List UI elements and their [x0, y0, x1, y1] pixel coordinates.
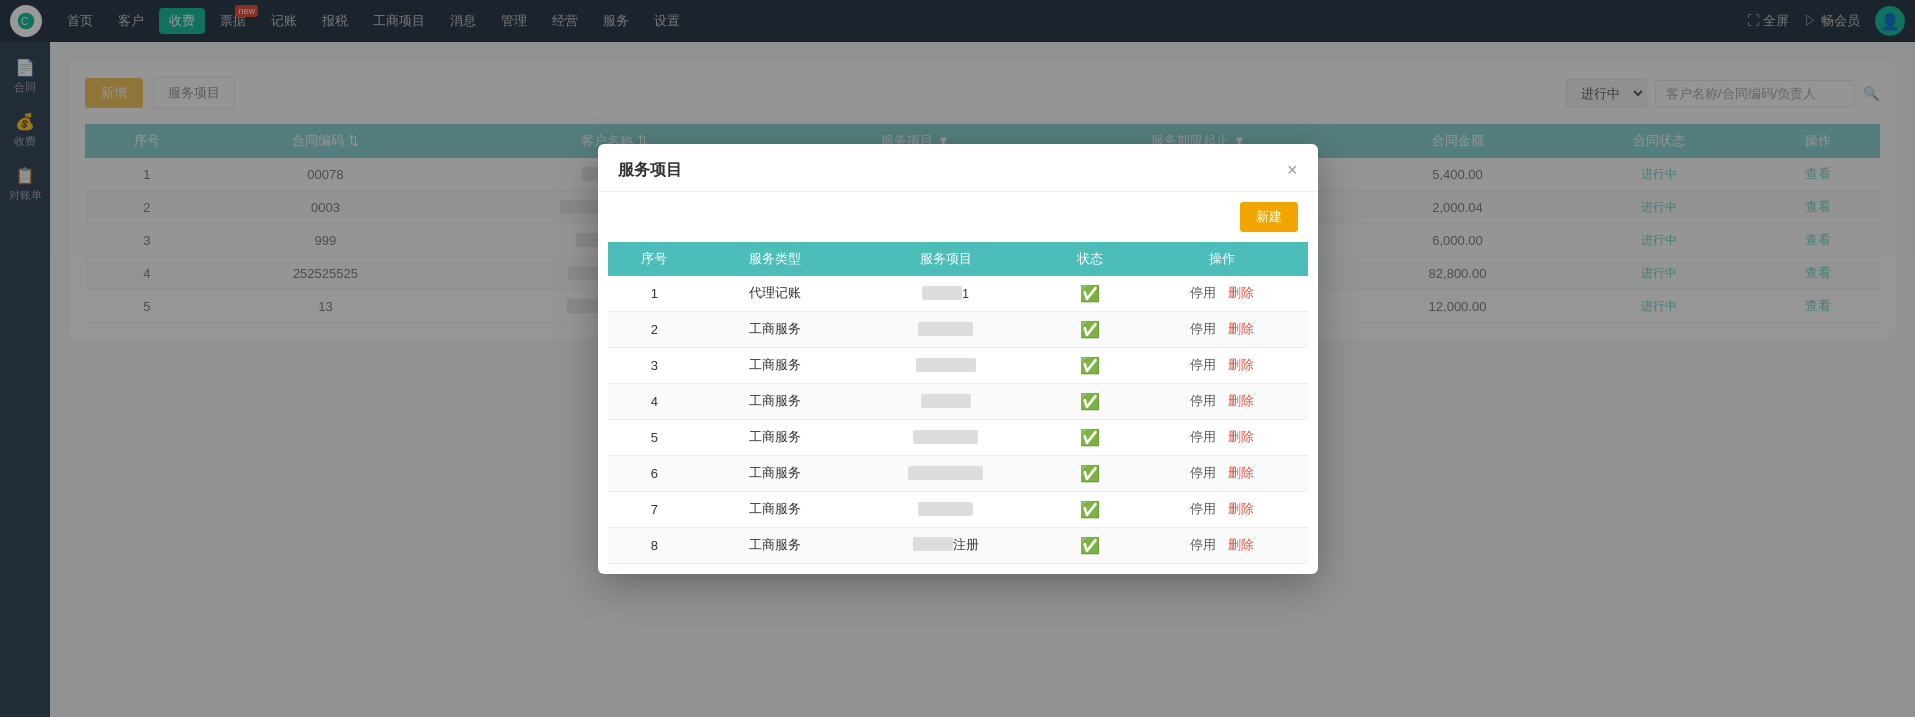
modal-toolbar: 新建	[598, 192, 1318, 242]
stop-button[interactable]: 停用	[1190, 393, 1216, 408]
stop-button[interactable]: 停用	[1190, 357, 1216, 372]
stop-button[interactable]: 停用	[1190, 285, 1216, 300]
list-item: 6 工商服务 ✅ 停用 删除	[608, 455, 1308, 491]
modal-cell-type: 工商服务	[701, 383, 848, 419]
modal-cell-item	[849, 491, 1043, 527]
list-item: 5 工商服务 ✅ 停用 删除	[608, 419, 1308, 455]
modal-cell-type: 工商服务	[701, 311, 848, 347]
modal-cell-seq: 4	[608, 383, 702, 419]
stop-button[interactable]: 停用	[1190, 429, 1216, 444]
modal-cell-status: ✅	[1043, 419, 1137, 455]
modal-col-seq: 序号	[608, 242, 702, 276]
delete-button[interactable]: 删除	[1228, 465, 1254, 480]
modal-body: 序号 服务类型 服务项目 状态 操作 1 代理记账 1 ✅ 停用 删除 2 工商…	[598, 242, 1318, 574]
modal-cell-item	[849, 311, 1043, 347]
modal-col-item: 服务项目	[849, 242, 1043, 276]
modal-new-button[interactable]: 新建	[1240, 202, 1298, 232]
modal-cell-seq: 3	[608, 347, 702, 383]
list-item: 7 工商服务 ✅ 停用 删除	[608, 491, 1308, 527]
stop-button[interactable]: 停用	[1190, 465, 1216, 480]
modal-cell-seq: 7	[608, 491, 702, 527]
delete-button[interactable]: 删除	[1228, 537, 1254, 552]
modal-col-status: 状态	[1043, 242, 1137, 276]
list-item: 8 工商服务 注册 ✅ 停用 删除	[608, 527, 1308, 563]
modal-cell-seq: 8	[608, 527, 702, 563]
modal-cell-status: ✅	[1043, 491, 1137, 527]
modal-cell-actions[interactable]: 停用 删除	[1137, 491, 1308, 527]
stop-button[interactable]: 停用	[1190, 321, 1216, 336]
modal-cell-item	[849, 419, 1043, 455]
delete-button[interactable]: 删除	[1228, 321, 1254, 336]
delete-button[interactable]: 删除	[1228, 429, 1254, 444]
modal-cell-actions[interactable]: 停用 删除	[1137, 419, 1308, 455]
modal-cell-actions[interactable]: 停用 删除	[1137, 455, 1308, 491]
modal-cell-type: 工商服务	[701, 455, 848, 491]
modal-cell-status: ✅	[1043, 455, 1137, 491]
modal-overlay[interactable]: 服务项目 × 新建 序号 服务类型 服务项目 状态 操作 1 代理记账	[0, 0, 1915, 717]
list-item: 2 工商服务 ✅ 停用 删除	[608, 311, 1308, 347]
delete-button[interactable]: 删除	[1228, 501, 1254, 516]
service-items-table: 序号 服务类型 服务项目 状态 操作 1 代理记账 1 ✅ 停用 删除 2 工商…	[608, 242, 1308, 564]
modal-header: 服务项目 ×	[598, 144, 1318, 192]
modal-col-type: 服务类型	[701, 242, 848, 276]
modal-cell-seq: 5	[608, 419, 702, 455]
modal-cell-item: 1	[849, 276, 1043, 312]
modal-title: 服务项目	[618, 160, 682, 181]
modal-cell-actions[interactable]: 停用 删除	[1137, 383, 1308, 419]
modal-cell-type: 工商服务	[701, 491, 848, 527]
list-item: 1 代理记账 1 ✅ 停用 删除	[608, 276, 1308, 312]
modal-cell-type: 工商服务	[701, 347, 848, 383]
modal-cell-item	[849, 383, 1043, 419]
modal-cell-item	[849, 347, 1043, 383]
modal-cell-status: ✅	[1043, 311, 1137, 347]
modal-cell-actions[interactable]: 停用 删除	[1137, 347, 1308, 383]
modal-cell-status: ✅	[1043, 527, 1137, 563]
modal-col-action: 操作	[1137, 242, 1308, 276]
modal-cell-status: ✅	[1043, 347, 1137, 383]
modal-cell-item	[849, 455, 1043, 491]
stop-button[interactable]: 停用	[1190, 501, 1216, 516]
list-item: 4 工商服务 ✅ 停用 删除	[608, 383, 1308, 419]
modal-cell-actions[interactable]: 停用 删除	[1137, 527, 1308, 563]
modal-cell-seq: 6	[608, 455, 702, 491]
modal-cell-seq: 2	[608, 311, 702, 347]
modal-cell-actions[interactable]: 停用 删除	[1137, 311, 1308, 347]
modal-cell-actions[interactable]: 停用 删除	[1137, 276, 1308, 312]
delete-button[interactable]: 删除	[1228, 393, 1254, 408]
modal-cell-type: 工商服务	[701, 527, 848, 563]
modal-cell-type: 工商服务	[701, 419, 848, 455]
service-modal: 服务项目 × 新建 序号 服务类型 服务项目 状态 操作 1 代理记账	[598, 144, 1318, 574]
delete-button[interactable]: 删除	[1228, 357, 1254, 372]
stop-button[interactable]: 停用	[1190, 537, 1216, 552]
modal-cell-item: 注册	[849, 527, 1043, 563]
modal-close-button[interactable]: ×	[1287, 160, 1298, 181]
modal-cell-status: ✅	[1043, 383, 1137, 419]
modal-cell-type: 代理记账	[701, 276, 848, 312]
delete-button[interactable]: 删除	[1228, 285, 1254, 300]
modal-cell-seq: 1	[608, 276, 702, 312]
list-item: 3 工商服务 ✅ 停用 删除	[608, 347, 1308, 383]
modal-cell-status: ✅	[1043, 276, 1137, 312]
